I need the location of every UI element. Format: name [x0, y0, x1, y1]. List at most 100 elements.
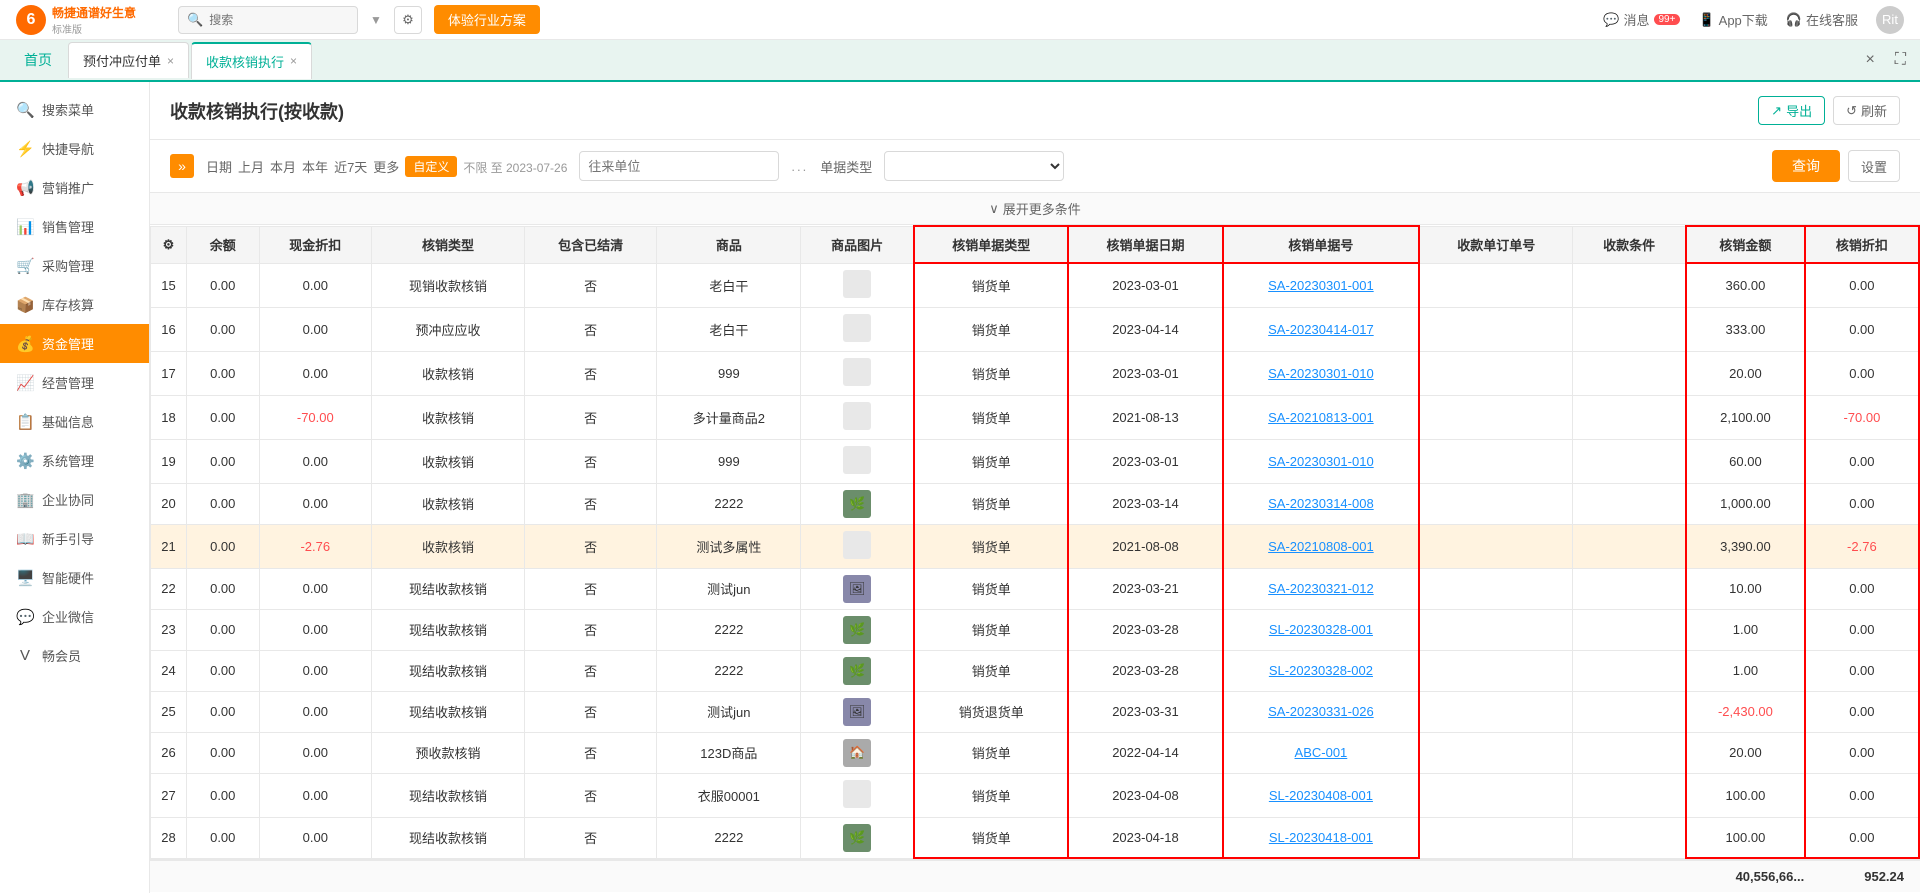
cell-verify-amount: 2,100.00: [1686, 395, 1805, 439]
bill-no-link[interactable]: SL-20230408-001: [1269, 788, 1373, 803]
date-last-month[interactable]: 上月: [238, 157, 264, 176]
cell-verify-bill-no[interactable]: SA-20230301-001: [1223, 263, 1420, 307]
query-button[interactable]: 查询: [1772, 150, 1840, 182]
cell-balance: 0.00: [187, 263, 260, 307]
industry-button[interactable]: 体验行业方案: [434, 5, 540, 34]
online-service-item[interactable]: 🎧 在线客服: [1786, 10, 1858, 29]
sidebar-item-basic-info[interactable]: 📋 基础信息: [0, 402, 149, 441]
bill-no-link[interactable]: ABC-001: [1295, 745, 1348, 760]
cell-verify-bill-type: 销货单: [914, 395, 1068, 439]
messages-item[interactable]: 💬 消息 99+: [1603, 10, 1680, 29]
cell-verify-bill-no[interactable]: SA-20230314-008: [1223, 483, 1420, 524]
tab-verify[interactable]: 收款核销执行 ×: [191, 42, 312, 79]
cell-verify-bill-no[interactable]: SA-20210813-001: [1223, 395, 1420, 439]
cell-product-img: 🖼: [801, 568, 914, 609]
sidebar-item-finance[interactable]: 💰 资金管理: [0, 324, 149, 363]
cell-num: 20: [151, 483, 187, 524]
cell-verify-bill-no[interactable]: SL-20230328-001: [1223, 609, 1420, 650]
cell-product-img: [801, 307, 914, 351]
cell-balance: 0.00: [187, 351, 260, 395]
expand-more-bar[interactable]: ∨ 展开更多条件: [150, 193, 1920, 225]
total-discount-value: 952.24: [1864, 869, 1904, 884]
cell-product: 衣服00001: [657, 773, 801, 817]
date-more[interactable]: 更多: [373, 157, 399, 176]
settings-gear-icon[interactable]: ⚙: [394, 6, 422, 34]
bill-no-link[interactable]: SL-20230328-001: [1269, 622, 1373, 637]
bill-no-link[interactable]: SL-20230418-001: [1269, 830, 1373, 845]
sidebar-item-search[interactable]: 🔍 搜索菜单: [0, 90, 149, 129]
search-chevron-icon[interactable]: ▼: [370, 13, 382, 27]
bill-no-link[interactable]: SA-20230414-017: [1268, 322, 1374, 337]
bill-no-link[interactable]: SA-20230301-010: [1268, 454, 1374, 469]
finance-icon: 💰: [16, 335, 34, 353]
cell-product: 999: [657, 439, 801, 483]
refresh-icon: ↺: [1846, 103, 1857, 119]
export-button[interactable]: ↗ 导出: [1758, 96, 1825, 125]
date-custom-button[interactable]: 自定义: [405, 156, 457, 177]
cell-cash-discount: 0.00: [259, 691, 372, 732]
bill-no-link[interactable]: SA-20230314-008: [1268, 496, 1374, 511]
app-download-item[interactable]: 📱 App下载: [1698, 10, 1767, 29]
cell-verify-bill-no[interactable]: SL-20230418-001: [1223, 817, 1420, 858]
sidebar-item-guide[interactable]: 📖 新手引导: [0, 519, 149, 558]
cell-product-img: [801, 773, 914, 817]
cell-verify-bill-no[interactable]: SA-20230301-010: [1223, 439, 1420, 483]
cell-verify-bill-no[interactable]: SL-20230408-001: [1223, 773, 1420, 817]
sidebar-item-management[interactable]: 📈 经营管理: [0, 363, 149, 402]
tab-home[interactable]: 首页: [8, 50, 68, 70]
cell-balance: 0.00: [187, 773, 260, 817]
cell-verify-bill-no[interactable]: SA-20230414-017: [1223, 307, 1420, 351]
refresh-button[interactable]: ↺ 刷新: [1833, 96, 1900, 125]
purchase-icon: 🛒: [16, 257, 34, 275]
cell-collect-condition: [1573, 307, 1686, 351]
tab-verify-close-icon[interactable]: ×: [290, 54, 297, 68]
sidebar-item-system[interactable]: ⚙️ 系统管理: [0, 441, 149, 480]
cell-cash-discount: 0.00: [259, 773, 372, 817]
date-this-year[interactable]: 本年: [302, 157, 328, 176]
cell-verify-bill-no[interactable]: SA-20230301-010: [1223, 351, 1420, 395]
page-title: 收款核销执行(按收款): [170, 98, 344, 138]
sidebar-item-marketing[interactable]: 📢 营销推广: [0, 168, 149, 207]
col-settings[interactable]: ⚙: [151, 226, 187, 263]
sidebar-item-hardware[interactable]: 🖥️ 智能硬件: [0, 558, 149, 597]
bill-no-link[interactable]: SA-20230301-001: [1268, 278, 1374, 293]
setting-button[interactable]: 设置: [1848, 150, 1900, 182]
tab-prepay[interactable]: 预付冲应付单 ×: [68, 42, 189, 78]
sidebar-item-sales[interactable]: 📊 销售管理: [0, 207, 149, 246]
date-this-month[interactable]: 本月: [270, 157, 296, 176]
user-avatar[interactable]: Rit: [1876, 6, 1904, 34]
cell-verify-bill-no[interactable]: ABC-001: [1223, 732, 1420, 773]
bill-no-link[interactable]: SL-20230328-002: [1269, 663, 1373, 678]
product-image: [843, 314, 871, 342]
bill-type-select[interactable]: [884, 151, 1064, 181]
cell-verify-bill-no[interactable]: SL-20230328-002: [1223, 650, 1420, 691]
cell-cash-discount: 0.00: [259, 650, 372, 691]
search-input[interactable]: [209, 13, 329, 27]
cell-verify-bill-no[interactable]: SA-20230321-012: [1223, 568, 1420, 609]
partner-filter-input[interactable]: [579, 151, 779, 181]
sidebar-item-wechat[interactable]: 💬 企业微信: [0, 597, 149, 636]
date-last-7days[interactable]: 近7天: [334, 157, 367, 176]
top-bar: 6 畅捷通谱好生意 标准版 🔍 ▼ ⚙ 体验行业方案 💬 消息 99+ 📱 Ap…: [0, 0, 1920, 40]
bill-no-link[interactable]: SA-20210813-001: [1268, 410, 1374, 425]
bill-no-link[interactable]: SA-20210808-001: [1268, 539, 1374, 554]
cell-verify-bill-type: 销货单: [914, 483, 1068, 524]
bill-no-link[interactable]: SA-20230301-010: [1268, 366, 1374, 381]
cell-collect-condition: [1573, 263, 1686, 307]
sidebar-item-purchase[interactable]: 🛒 采购管理: [0, 246, 149, 285]
cell-verify-bill-no[interactable]: SA-20230331-026: [1223, 691, 1420, 732]
sidebar-item-quick-nav[interactable]: ⚡ 快捷导航: [0, 129, 149, 168]
maximize-window-icon[interactable]: ⛶: [1889, 51, 1912, 69]
close-window-icon[interactable]: ×: [1859, 51, 1880, 69]
cell-verify-bill-no[interactable]: SA-20210808-001: [1223, 524, 1420, 568]
bill-no-link[interactable]: SA-20230321-012: [1268, 581, 1374, 596]
sidebar-item-inventory[interactable]: 📦 库存核算: [0, 285, 149, 324]
sidebar-item-enterprise[interactable]: 🏢 企业协同: [0, 480, 149, 519]
cell-num: 26: [151, 732, 187, 773]
cell-collect-condition: [1573, 691, 1686, 732]
filter-toggle-button[interactable]: »: [170, 154, 194, 178]
bill-no-link[interactable]: SA-20230331-026: [1268, 704, 1374, 719]
tab-prepay-close-icon[interactable]: ×: [167, 54, 174, 68]
top-search-box[interactable]: 🔍: [178, 6, 358, 34]
sidebar-item-member[interactable]: V 畅会员: [0, 636, 149, 675]
